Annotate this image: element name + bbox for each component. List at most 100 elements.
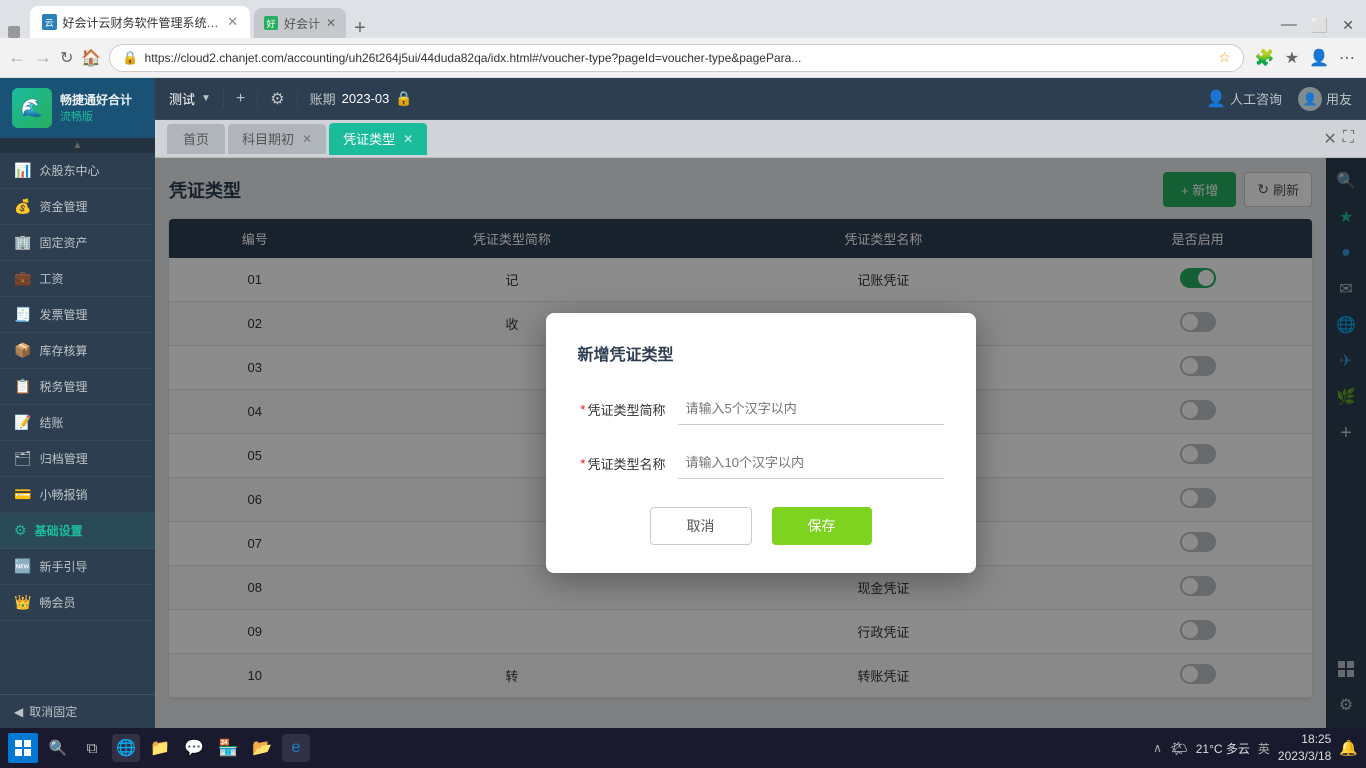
settings-gear-icon[interactable]: ⚙ [270, 89, 284, 109]
back-button[interactable]: ← [8, 47, 26, 68]
invoice-label: 发票管理 [39, 306, 87, 323]
invoice-icon: 🧾 [14, 306, 31, 323]
taskbar-weather-icon: 🌤 [1170, 740, 1188, 757]
expense-icon: 💳 [14, 486, 31, 503]
address-bar[interactable]: 🔒 https://cloud2.chanjet.com/accounting/… [109, 44, 1243, 72]
settings-label: 基础设置 [35, 522, 83, 539]
modal-actions: 取消 保存 [578, 507, 944, 545]
taskbar-folder[interactable]: 📂 [248, 734, 276, 762]
tab-label-1: 好会计云财务软件管理系统_会计 [63, 14, 222, 31]
sidebar-items: 📊 众股东中心 💰 资金管理 🏢 固定资产 💼 工资 🧾 发票管理 📦 [0, 153, 155, 694]
company-selector[interactable]: 测试 ▼ [169, 89, 211, 108]
tab-active[interactable]: 云 好会计云财务软件管理系统_会计 ✕ [30, 6, 250, 38]
extensions-icon[interactable]: 🧩 [1252, 48, 1278, 68]
expense-label: 小畅报销 [39, 486, 87, 503]
minimize-button[interactable]: — [1277, 16, 1301, 34]
save-button[interactable]: 保存 [772, 507, 872, 545]
pin-icon: ◀ [14, 705, 23, 719]
required-star-name: * [580, 456, 585, 471]
forward-button[interactable]: → [34, 47, 52, 68]
taskbar-chrome[interactable]: 🌐 [112, 734, 140, 762]
sidebar-item-archive[interactable]: 🗂 归档管理 [0, 441, 155, 477]
tab-bar: 云 好会计云财务软件管理系统_会计 ✕ 好 好会计 ✕ + — ⬜ ✕ [0, 0, 1366, 38]
fund-icon: 💰 [14, 198, 31, 215]
sidebar-item-dashen[interactable]: 📊 众股东中心 [0, 153, 155, 189]
taskbar-search[interactable]: 🔍 [44, 734, 72, 762]
page-content: 凭证类型 + 新增 ↻ 刷新 编号 [155, 158, 1366, 728]
tab-voucher-type-label: 凭证类型 [343, 129, 395, 148]
voucher-short-input[interactable] [678, 393, 944, 425]
sidebar-item-guide[interactable]: 🆕 新手引导 [0, 549, 155, 585]
start-button[interactable] [8, 733, 38, 763]
close-button[interactable]: ✕ [1338, 17, 1358, 34]
topbar-sep3 [297, 90, 298, 108]
lock-icon: 🔒 [122, 50, 138, 66]
sidebar-logo: 🌊 [12, 88, 52, 128]
maximize-button[interactable]: ⬜ [1307, 17, 1332, 34]
field-name-label: 凭证类型名称 [587, 454, 665, 473]
sidebar-item-invoice[interactable]: 🧾 发票管理 [0, 297, 155, 333]
tab-subject-close[interactable]: ✕ [302, 132, 312, 146]
menu-icon[interactable]: ⋯ [1336, 48, 1358, 68]
consult-label: 人工咨询 [1230, 89, 1282, 108]
salary-label: 工资 [39, 270, 63, 287]
tab-expand-buttons: ✕ ⛶ [1323, 129, 1354, 149]
sidebar-item-asset[interactable]: 🏢 固定资产 [0, 225, 155, 261]
taskbar-search-icon: 🔍 [49, 739, 68, 757]
collapse-icon[interactable]: ✕ [1323, 129, 1336, 149]
tab-close-2[interactable]: ✕ [326, 16, 336, 30]
new-tab-button[interactable]: + [348, 18, 372, 38]
sidebar-scroll-up[interactable]: ▲ [0, 138, 155, 153]
consult-button[interactable]: 👤 人工咨询 [1206, 89, 1282, 109]
tab-inactive[interactable]: 好 好会计 ✕ [254, 8, 346, 38]
asset-icon: 🏢 [14, 234, 31, 251]
tab-close-1[interactable]: ✕ [227, 14, 238, 30]
tab-voucher-type[interactable]: 凭证类型 ✕ [329, 123, 427, 155]
sidebar-item-fund[interactable]: 💰 资金管理 [0, 189, 155, 225]
reload-button[interactable]: ↻ [60, 48, 73, 68]
expand-icon[interactable]: ⛶ [1343, 129, 1354, 149]
member-icon: 👑 [14, 594, 31, 611]
sidebar-item-settings[interactable]: ⚙ 基础设置 [0, 513, 155, 549]
sidebar-item-member[interactable]: 👑 畅会员 [0, 585, 155, 621]
settle-label: 结账 [39, 414, 63, 431]
taskbar-wechat[interactable]: 💬 [180, 734, 208, 762]
brand-version: 流畅版 [60, 108, 132, 124]
taskbar-file[interactable]: 📁 [146, 734, 174, 762]
field-name-label-wrapper: * 凭证类型名称 [578, 454, 678, 473]
tab-subject[interactable]: 科目期初 ✕ [228, 124, 326, 154]
cancel-button[interactable]: 取消 [650, 507, 752, 545]
add-company-icon[interactable]: + [236, 90, 245, 108]
taskbar-task-view[interactable]: ⧉ [78, 734, 106, 762]
taskbar-store[interactable]: 🏪 [214, 734, 242, 762]
modal-field-short: * 凭证类型简称 [578, 393, 944, 425]
dashen-label: 众股东中心 [39, 162, 99, 179]
taskbar-date: 2023/3/18 [1278, 748, 1331, 765]
tab-home[interactable]: 首页 [167, 124, 225, 154]
sidebar-item-tax[interactable]: 📋 税务管理 [0, 369, 155, 405]
company-name: 测试 [169, 89, 195, 108]
required-star-short: * [580, 402, 585, 417]
sidebar-item-salary[interactable]: 💼 工资 [0, 261, 155, 297]
tab-favicon-2: 好 [264, 16, 278, 30]
home-button[interactable]: 🏠 [81, 48, 101, 68]
sidebar-item-expense[interactable]: 💳 小畅报销 [0, 477, 155, 513]
taskbar-task-icon: ⧉ [87, 740, 98, 757]
address-bar-row: ← → ↻ 🏠 🔒 https://cloud2.chanjet.com/acc… [0, 38, 1366, 78]
user-label: 用友 [1326, 89, 1352, 108]
sidebar-item-stock[interactable]: 📦 库存核算 [0, 333, 155, 369]
user-button[interactable]: 👤 用友 [1298, 87, 1352, 111]
profile-icon[interactable]: 👤 [1306, 48, 1332, 68]
member-label: 畅会员 [39, 594, 75, 611]
taskbar-chevron-icon[interactable]: ∧ [1153, 741, 1162, 755]
cancel-pin-button[interactable]: ◀ 取消固定 [0, 694, 155, 728]
topbar-sep1 [223, 90, 224, 108]
notification-icon[interactable]: 🔔 [1339, 739, 1358, 757]
favorites-icon[interactable]: ★ [1282, 48, 1302, 68]
sidebar-item-settle[interactable]: 📝 结账 [0, 405, 155, 441]
tab-voucher-type-close[interactable]: ✕ [403, 132, 413, 146]
logo-icon: 🌊 [21, 98, 43, 119]
taskbar-edge[interactable]: e [282, 734, 310, 762]
address-star-icon[interactable]: ☆ [1218, 49, 1231, 66]
voucher-name-input[interactable] [678, 447, 944, 479]
